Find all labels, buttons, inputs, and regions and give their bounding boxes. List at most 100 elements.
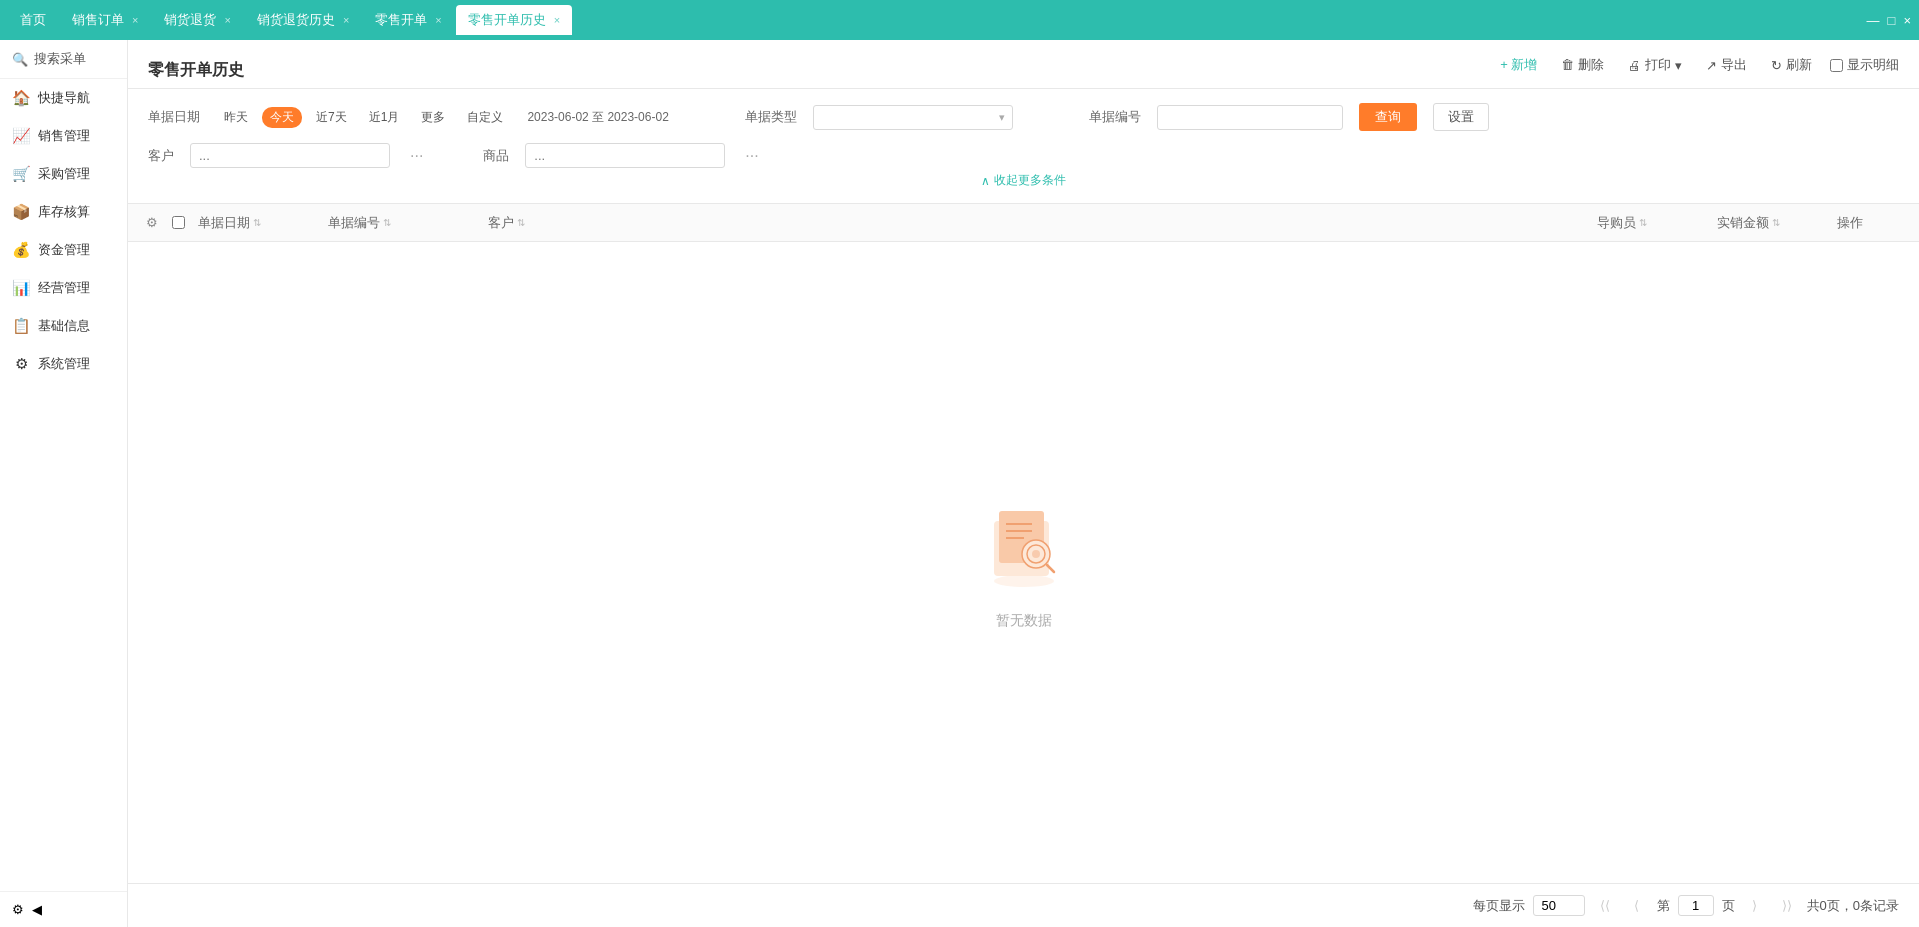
- tab-retail-history-close[interactable]: ×: [554, 14, 560, 26]
- sidebar-item-basic-info[interactable]: 📋 基础信息: [0, 307, 127, 345]
- col-amount-label: 实销金额: [1717, 214, 1769, 232]
- sidebar-item-finance[interactable]: 💰 资金管理: [0, 231, 127, 269]
- tab-sales-order-close[interactable]: ×: [132, 14, 138, 26]
- system-icon: ⚙: [12, 355, 30, 373]
- doc-type-select-wrapper: [813, 105, 1013, 130]
- svg-point-0: [994, 575, 1054, 587]
- table-select-all[interactable]: [166, 216, 190, 229]
- inventory-icon: 📦: [12, 203, 30, 221]
- sidebar-item-operations[interactable]: 📊 经营管理: [0, 269, 127, 307]
- next-page-btn[interactable]: ⟩: [1743, 894, 1767, 918]
- export-icon: ↗: [1706, 58, 1717, 73]
- close-window-btn[interactable]: ×: [1903, 13, 1911, 28]
- collapse-filter-button[interactable]: ∧ 收起更多条件: [148, 172, 1899, 189]
- main-content: 零售开单历史 + 新增 🗑 删除 🖨 打印 ▾ ↗ 导出 ↻ 刷新: [128, 40, 1919, 927]
- settings-bottom-icon[interactable]: ⚙: [12, 902, 24, 917]
- sidebar-item-purchase[interactable]: 🛒 采购管理: [0, 155, 127, 193]
- sidebar: 🔍 搜索采单 🏠 快捷导航 📈 销售管理 🛒 采购管理 📦 库存核算 💰 资金管…: [0, 40, 128, 927]
- sidebar-item-sales[interactable]: 📈 销售管理: [0, 117, 127, 155]
- display-detail-label: 显示明细: [1847, 56, 1899, 74]
- page-label: 第: [1657, 897, 1670, 915]
- display-detail-checkbox[interactable]: [1830, 59, 1843, 72]
- doc-num-input[interactable]: [1157, 105, 1343, 130]
- tab-retail-order[interactable]: 零售开单 ×: [363, 5, 453, 35]
- date-range-display: 2023-06-02 至 2023-06-02: [527, 109, 668, 126]
- empty-state-icon: [974, 496, 1074, 596]
- tab-return-close[interactable]: ×: [224, 14, 230, 26]
- refresh-button[interactable]: ↻ 刷新: [1765, 52, 1818, 78]
- date-btn-custom[interactable]: 自定义: [459, 107, 511, 128]
- prev-page-btn[interactable]: ⟨: [1625, 894, 1649, 918]
- doc-type-select[interactable]: [813, 105, 1013, 130]
- refresh-label: 刷新: [1786, 56, 1812, 74]
- tab-return[interactable]: 销货退货 ×: [152, 5, 242, 35]
- page-number-input[interactable]: [1678, 895, 1714, 916]
- tab-retail-order-close[interactable]: ×: [435, 14, 441, 26]
- page-end-label: 页: [1722, 897, 1735, 915]
- col-customer-label: 客户: [488, 214, 514, 232]
- tab-return-history-close[interactable]: ×: [343, 14, 349, 26]
- empty-state: 暂无数据: [128, 242, 1919, 883]
- date-btn-more[interactable]: 更多: [413, 107, 453, 128]
- sidebar-item-sales-label: 销售管理: [38, 127, 90, 145]
- sidebar-item-finance-label: 资金管理: [38, 241, 90, 259]
- tab-sales-order[interactable]: 销售订单 ×: [60, 5, 150, 35]
- pagination: 每页显示 10 20 50 100 ⟨⟨ ⟨ 第 页 ⟩ ⟩⟩ 共0页，0条记录: [128, 883, 1919, 927]
- sidebar-item-quicknav[interactable]: 🏠 快捷导航: [0, 79, 127, 117]
- col-header-num[interactable]: 单据编号 ⇅: [320, 214, 480, 232]
- table-area: ⚙ 单据日期 ⇅ 单据编号 ⇅ 客户 ⇅ 导购员 ⇅: [128, 204, 1919, 927]
- product-input[interactable]: [525, 143, 725, 168]
- col-header-guide[interactable]: 导购员 ⇅: [1589, 214, 1709, 232]
- sidebar-item-system[interactable]: ⚙ 系统管理: [0, 345, 127, 383]
- sidebar-item-operations-label: 经营管理: [38, 279, 90, 297]
- date-btn-yesterday[interactable]: 昨天: [216, 107, 256, 128]
- customer-input[interactable]: [190, 143, 390, 168]
- export-button[interactable]: ↗ 导出: [1700, 52, 1753, 78]
- basic-info-icon: 📋: [12, 317, 30, 335]
- print-button[interactable]: 🖨 打印 ▾: [1622, 52, 1688, 78]
- home-icon: 🏠: [12, 89, 30, 107]
- tab-retail-history[interactable]: 零售开单历史 ×: [456, 5, 572, 35]
- doc-num-label: 单据编号: [1089, 108, 1141, 126]
- svg-point-9: [1032, 550, 1040, 558]
- col-num-label: 单据编号: [328, 214, 380, 232]
- add-button[interactable]: + 新增: [1494, 52, 1543, 78]
- first-page-btn[interactable]: ⟨⟨: [1593, 894, 1617, 918]
- sidebar-item-inventory-label: 库存核算: [38, 203, 90, 221]
- per-page-label: 每页显示: [1473, 897, 1525, 915]
- per-page-select[interactable]: 10 20 50 100: [1533, 895, 1585, 916]
- export-label: 导出: [1721, 56, 1747, 74]
- search-button[interactable]: 查询: [1359, 103, 1417, 131]
- display-detail-toggle[interactable]: 显示明细: [1830, 56, 1899, 74]
- tab-home[interactable]: 首页: [8, 5, 58, 35]
- collapse-sidebar-icon[interactable]: ◀: [32, 902, 42, 917]
- toolbar: + 新增 🗑 删除 🖨 打印 ▾ ↗ 导出 ↻ 刷新 显示明细: [1494, 52, 1899, 88]
- date-btn-7days[interactable]: 近7天: [308, 107, 355, 128]
- settings-button[interactable]: 设置: [1433, 103, 1489, 131]
- sidebar-search[interactable]: 🔍 搜索采单: [0, 40, 127, 79]
- date-btn-today[interactable]: 今天: [262, 107, 302, 128]
- minimize-btn[interactable]: —: [1867, 13, 1880, 28]
- col-header-date[interactable]: 单据日期 ⇅: [190, 214, 320, 232]
- window-controls: — □ ×: [1867, 13, 1911, 28]
- purchase-icon: 🛒: [12, 165, 30, 183]
- tab-return-label: 销货退货: [164, 11, 216, 29]
- last-page-btn[interactable]: ⟩⟩: [1775, 894, 1799, 918]
- product-ellipsis[interactable]: ···: [741, 147, 762, 165]
- customer-ellipsis[interactable]: ···: [406, 147, 427, 165]
- customer-filter-label: 客户: [148, 147, 174, 165]
- sidebar-item-inventory[interactable]: 📦 库存核算: [0, 193, 127, 231]
- sidebar-item-quicknav-label: 快捷导航: [38, 89, 90, 107]
- maximize-btn[interactable]: □: [1888, 13, 1896, 28]
- col-header-amount[interactable]: 实销金额 ⇅: [1709, 214, 1829, 232]
- delete-button[interactable]: 🗑 删除: [1555, 52, 1610, 78]
- col-customer-sort: ⇅: [517, 217, 525, 228]
- tab-home-label: 首页: [20, 11, 46, 29]
- table-settings-icon[interactable]: ⚙: [138, 215, 166, 230]
- col-amount-sort: ⇅: [1772, 217, 1780, 228]
- tab-return-history[interactable]: 销货退货历史 ×: [245, 5, 361, 35]
- print-label: 打印: [1645, 56, 1671, 74]
- select-all-checkbox[interactable]: [172, 216, 185, 229]
- date-btn-1month[interactable]: 近1月: [361, 107, 408, 128]
- col-header-customer[interactable]: 客户 ⇅: [480, 214, 1589, 232]
